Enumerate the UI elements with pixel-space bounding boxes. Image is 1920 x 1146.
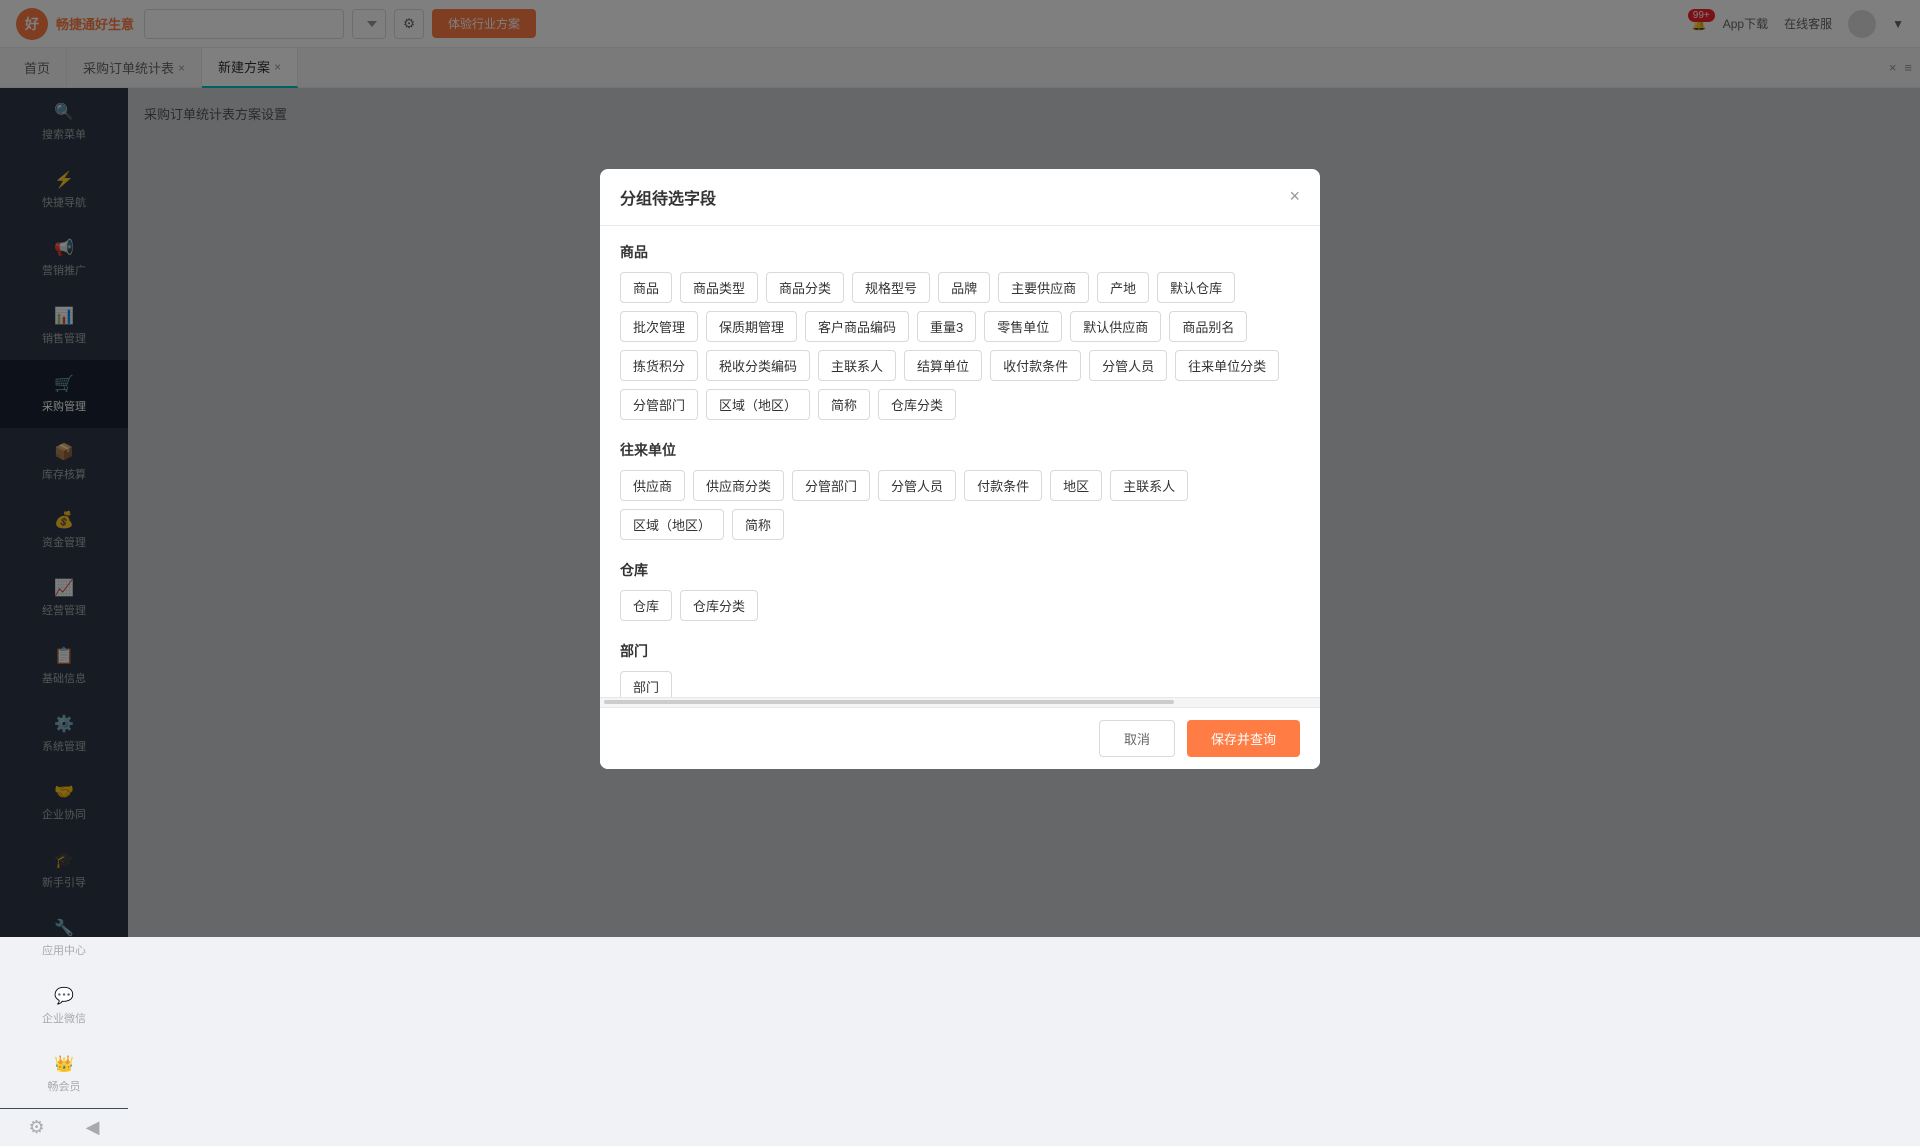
modal-header: 分组待选字段 × — [600, 169, 1320, 226]
field-tag-warehouse-0[interactable]: 仓库 — [620, 590, 672, 621]
field-section-partner: 往来单位 供应商 供应商分类 分管部门 分管人员 付款条件 地区 主联系人 区域… — [620, 440, 1300, 540]
field-tag-product-8[interactable]: 批次管理 — [620, 311, 698, 342]
sidebar-collapse-icon[interactable]: ◀ — [86, 1117, 100, 1138]
field-tag-warehouse-1[interactable]: 仓库分类 — [680, 590, 758, 621]
field-tag-product-2[interactable]: 商品分类 — [766, 272, 844, 303]
modal-body[interactable]: 商品 商品 商品类型 商品分类 规格型号 品牌 主要供应商 产地 默认仓库 批次… — [600, 226, 1320, 697]
field-section-department: 部门 部门 — [620, 641, 1300, 697]
field-grid-warehouse: 仓库 仓库分类 — [620, 590, 1300, 621]
field-tag-product-13[interactable]: 默认供应商 — [1070, 311, 1161, 342]
field-tag-partner-7[interactable]: 区域（地区） — [620, 509, 724, 540]
sidebar-item-vip[interactable]: 👑 畅会员 — [0, 1040, 128, 1108]
field-tag-product-5[interactable]: 主要供应商 — [998, 272, 1089, 303]
sidebar-settings-icon[interactable]: ⚙ — [29, 1117, 45, 1138]
modal-horizontal-scrollbar[interactable] — [600, 697, 1320, 707]
field-section-department-title: 部门 — [620, 641, 1300, 661]
field-tag-product-24[interactable]: 简称 — [818, 389, 870, 420]
field-tag-product-0[interactable]: 商品 — [620, 272, 672, 303]
field-section-product-title: 商品 — [620, 242, 1300, 262]
field-grid-partner: 供应商 供应商分类 分管部门 分管人员 付款条件 地区 主联系人 区域（地区） … — [620, 470, 1300, 540]
field-grid-product: 商品 商品类型 商品分类 规格型号 品牌 主要供应商 产地 默认仓库 批次管理 … — [620, 272, 1300, 420]
field-tag-department-0[interactable]: 部门 — [620, 671, 672, 697]
modal-footer: 取消 保存并查询 — [600, 707, 1320, 769]
sidebar-item-wechat-label: 企业微信 — [42, 1010, 86, 1026]
field-tag-product-16[interactable]: 税收分类编码 — [706, 350, 810, 381]
field-section-warehouse-title: 仓库 — [620, 560, 1300, 580]
sidebar-item-vip-label: 畅会员 — [48, 1078, 81, 1094]
field-tag-product-14[interactable]: 商品别名 — [1169, 311, 1247, 342]
field-tag-product-18[interactable]: 结算单位 — [904, 350, 982, 381]
sidebar-item-apps-label: 应用中心 — [42, 942, 86, 958]
field-tag-product-21[interactable]: 往来单位分类 — [1175, 350, 1279, 381]
field-tag-product-4[interactable]: 品牌 — [938, 272, 990, 303]
field-section-warehouse: 仓库 仓库 仓库分类 — [620, 560, 1300, 621]
field-tag-product-7[interactable]: 默认仓库 — [1157, 272, 1235, 303]
field-tag-product-1[interactable]: 商品类型 — [680, 272, 758, 303]
field-tag-product-12[interactable]: 零售单位 — [984, 311, 1062, 342]
field-grid-department: 部门 — [620, 671, 1300, 697]
field-tag-partner-8[interactable]: 简称 — [732, 509, 784, 540]
field-tag-partner-4[interactable]: 付款条件 — [964, 470, 1042, 501]
field-tag-product-10[interactable]: 客户商品编码 — [805, 311, 909, 342]
modal-close-button[interactable]: × — [1289, 186, 1300, 207]
modal-title: 分组待选字段 — [620, 185, 716, 209]
field-tag-product-19[interactable]: 收付款条件 — [990, 350, 1081, 381]
modal-cancel-button[interactable]: 取消 — [1099, 720, 1175, 757]
field-tag-product-23[interactable]: 区域（地区） — [706, 389, 810, 420]
wechat-icon: 💬 — [54, 986, 74, 1006]
field-tag-partner-0[interactable]: 供应商 — [620, 470, 685, 501]
field-tag-partner-2[interactable]: 分管部门 — [792, 470, 870, 501]
modal: 分组待选字段 × 商品 商品 商品类型 商品分类 规格型号 品牌 主要供应商 产… — [600, 169, 1320, 769]
field-tag-partner-5[interactable]: 地区 — [1050, 470, 1102, 501]
field-tag-product-11[interactable]: 重量3 — [917, 311, 976, 342]
field-tag-product-22[interactable]: 分管部门 — [620, 389, 698, 420]
field-section-product: 商品 商品 商品类型 商品分类 规格型号 品牌 主要供应商 产地 默认仓库 批次… — [620, 242, 1300, 420]
field-tag-product-20[interactable]: 分管人员 — [1089, 350, 1167, 381]
field-tag-product-3[interactable]: 规格型号 — [852, 272, 930, 303]
field-tag-partner-3[interactable]: 分管人员 — [878, 470, 956, 501]
field-tag-product-9[interactable]: 保质期管理 — [706, 311, 797, 342]
field-tag-product-6[interactable]: 产地 — [1097, 272, 1149, 303]
sidebar-item-wechat[interactable]: 💬 企业微信 — [0, 972, 128, 1040]
modal-save-button[interactable]: 保存并查询 — [1187, 720, 1300, 757]
field-tag-product-17[interactable]: 主联系人 — [818, 350, 896, 381]
field-section-partner-title: 往来单位 — [620, 440, 1300, 460]
field-tag-product-25[interactable]: 仓库分类 — [878, 389, 956, 420]
modal-overlay: 分组待选字段 × 商品 商品 商品类型 商品分类 规格型号 品牌 主要供应商 产… — [0, 0, 1920, 937]
vip-icon: 👑 — [54, 1054, 74, 1074]
field-tag-partner-1[interactable]: 供应商分类 — [693, 470, 784, 501]
scroll-thumb — [604, 700, 1174, 704]
field-tag-product-15[interactable]: 拣货积分 — [620, 350, 698, 381]
field-tag-partner-6[interactable]: 主联系人 — [1110, 470, 1188, 501]
sidebar-bottom-area: ⚙ ◀ — [0, 1108, 128, 1146]
